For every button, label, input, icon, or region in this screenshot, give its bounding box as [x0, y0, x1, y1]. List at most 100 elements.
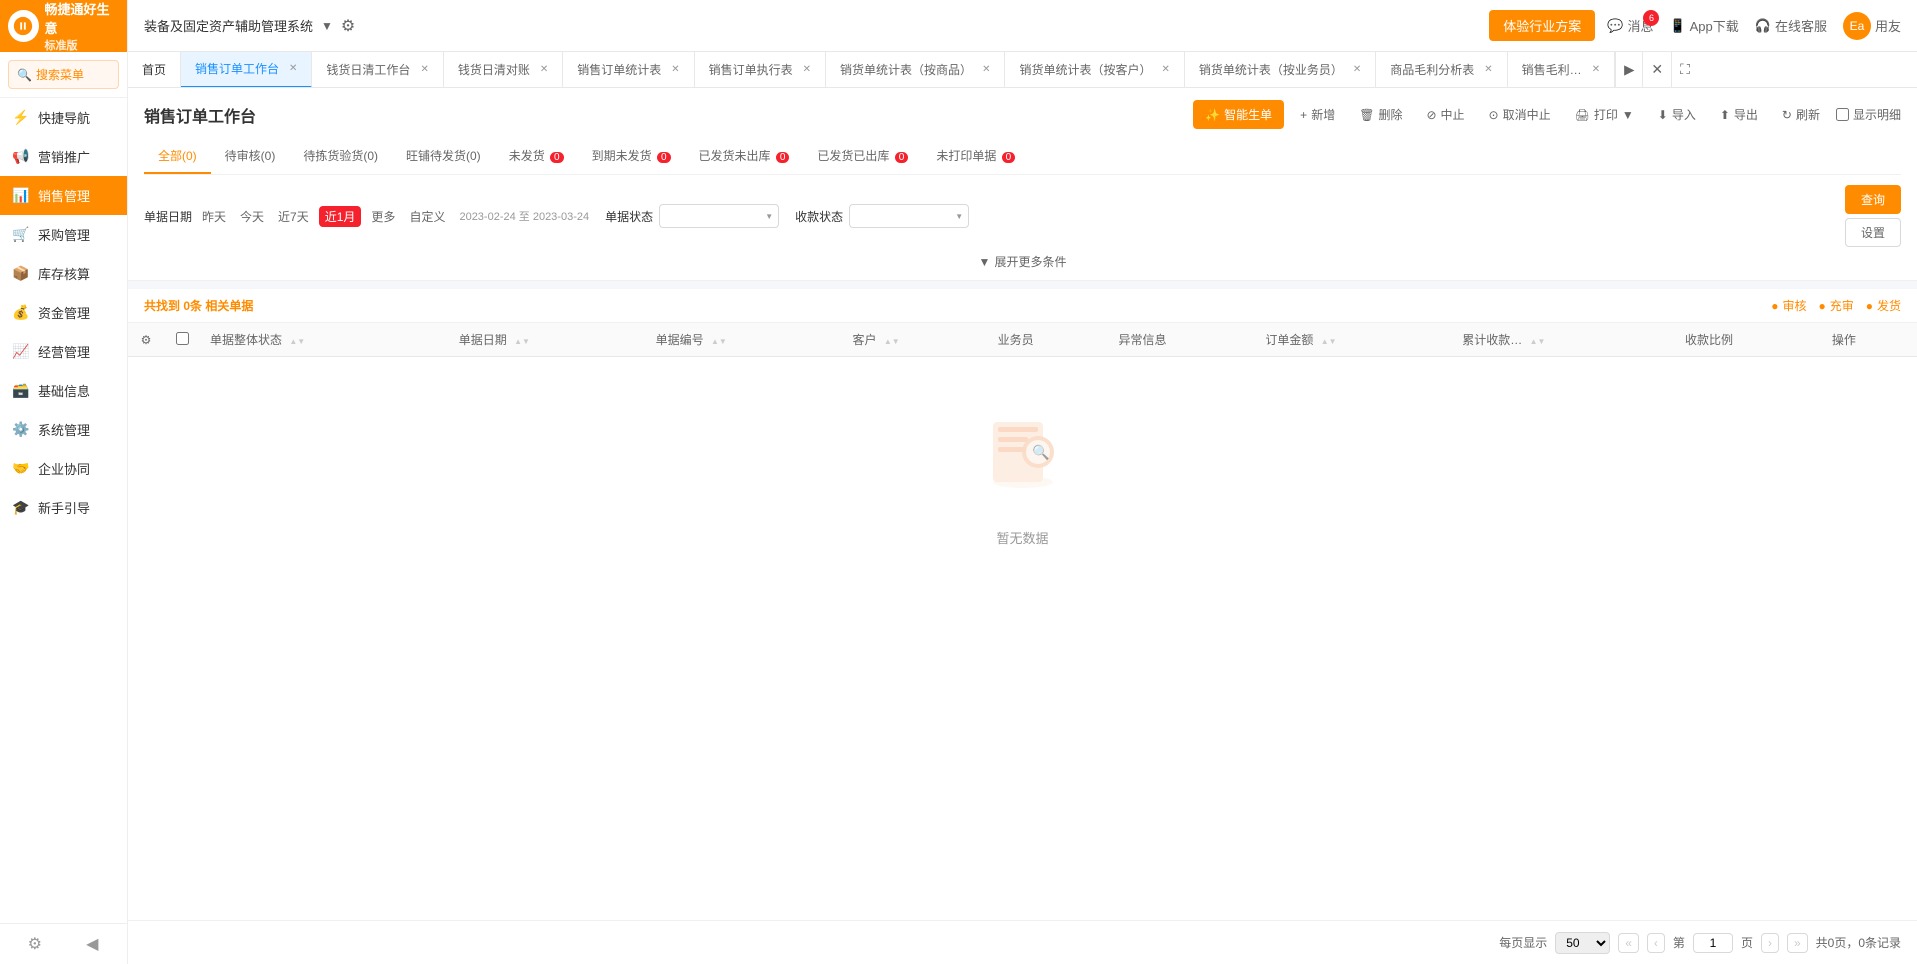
sidebar-item-sales[interactable]: 📊 销售管理: [0, 176, 127, 215]
table-scroll-area[interactable]: ⚙ 单据整体状态 ▲▼ 单据日期 ▲▼: [128, 323, 1917, 920]
last-page-button[interactable]: »: [1787, 933, 1808, 953]
tab-close-sales-stat[interactable]: ✕: [671, 64, 679, 75]
suspend-button[interactable]: ⊘ 中止: [1418, 102, 1472, 127]
subtab-pending-check[interactable]: 待拣货验货(0): [289, 139, 392, 174]
date-opt-today[interactable]: 今天: [236, 206, 268, 227]
settings-gear-button[interactable]: ⚙: [10, 934, 60, 954]
refresh-button[interactable]: ↻ 刷新: [1774, 102, 1828, 127]
next-page-button[interactable]: ›: [1761, 933, 1779, 953]
sort-status-icon[interactable]: ▲▼: [289, 337, 305, 346]
date-opt-yesterday[interactable]: 昨天: [198, 206, 230, 227]
tab-close-cash-daily[interactable]: ✕: [420, 64, 428, 75]
detail-checkbox-input[interactable]: [1836, 108, 1849, 121]
cancel-audit-button[interactable]: ● 充审: [1818, 297, 1853, 314]
sort-number-icon[interactable]: ▲▼: [711, 337, 727, 346]
subtab-pending-review[interactable]: 待审核(0): [211, 139, 290, 174]
tab-close-sales-workbench[interactable]: ✕: [289, 63, 297, 74]
tab-sales-workbench[interactable]: 销售订单工作台 ✕: [181, 52, 312, 88]
show-detail-checkbox[interactable]: 显示明细: [1836, 106, 1901, 123]
payment-select[interactable]: [849, 204, 969, 228]
sidebar-item-quick-nav[interactable]: ⚡ 快捷导航: [0, 98, 127, 137]
tab-close-goods-margin[interactable]: ✕: [1484, 64, 1492, 75]
sidebar-item-base-info[interactable]: 🗃️ 基础信息: [0, 371, 127, 410]
online-service-button[interactable]: 🎧 在线客服: [1755, 16, 1827, 35]
system-dropdown-button[interactable]: ▼: [321, 19, 333, 33]
tab-scroll-right-button[interactable]: ▶: [1615, 52, 1642, 88]
tab-sales-stat[interactable]: 销售订单统计表 ✕: [563, 52, 694, 88]
tab-sales-product[interactable]: 销货单统计表（按商品） ✕: [826, 52, 1005, 88]
sidebar-item-purchase[interactable]: 🛒 采购管理: [0, 215, 127, 254]
subtab-all[interactable]: 全部(0): [144, 139, 211, 174]
page-size-select[interactable]: 50 10 20 100: [1555, 932, 1610, 954]
smart-order-button[interactable]: ✨ 智能生单: [1193, 100, 1284, 129]
ship-button[interactable]: ● 发货: [1866, 297, 1901, 314]
sort-customer-icon[interactable]: ▲▼: [884, 337, 900, 346]
message-button[interactable]: 💬 消息 6: [1607, 16, 1653, 35]
status-select[interactable]: [659, 204, 779, 228]
subtab-expired-unshipped[interactable]: 到期未发货 0: [578, 139, 685, 174]
subtab-wangpu-shipping[interactable]: 旺铺待发货(0): [392, 139, 495, 174]
print-button[interactable]: 🖨 打印 ▼: [1567, 102, 1642, 127]
tab-sales-exec[interactable]: 销售订单执行表 ✕: [695, 52, 826, 88]
sidebar-item-cooperation[interactable]: 🤝 企业协同: [0, 449, 127, 488]
first-page-button[interactable]: «: [1618, 933, 1639, 953]
tab-close-sales-exec[interactable]: ✕: [803, 64, 811, 75]
tab-close-cash-reconcile[interactable]: ✕: [540, 64, 548, 75]
app-download-button[interactable]: 📱 App下载: [1669, 16, 1738, 35]
tab-sales-more[interactable]: 销售毛利… ✕: [1508, 52, 1615, 88]
plus-icon: +: [1300, 108, 1307, 122]
tab-cash-reconcile[interactable]: 钱货日清对账 ✕: [444, 52, 563, 88]
sidebar-item-guide[interactable]: 🎓 新手引导: [0, 488, 127, 527]
tab-close-all-button[interactable]: ✕: [1642, 52, 1671, 88]
filter-setting-button[interactable]: 设置: [1845, 218, 1901, 247]
topbar-settings-button[interactable]: ⚙: [341, 16, 355, 36]
date-opt-7days[interactable]: 近7天: [274, 206, 313, 227]
collapse-sidebar-button[interactable]: ◀: [68, 934, 118, 954]
tab-cash-daily[interactable]: 钱货日清工作台 ✕: [312, 52, 443, 88]
audit-button[interactable]: ● 审核: [1771, 297, 1806, 314]
subtab-shipped-not-in[interactable]: 已发货未出库 0: [685, 139, 804, 174]
date-opt-more[interactable]: 更多: [367, 206, 399, 227]
sidebar-item-marketing[interactable]: 📢 营销推广: [0, 137, 127, 176]
logo-area: 畅捷通好生意 标准版: [0, 0, 127, 52]
import-button[interactable]: ⬇ 导入: [1650, 102, 1704, 127]
tab-goods-margin[interactable]: 商品毛利分析表 ✕: [1376, 52, 1507, 88]
query-button[interactable]: 查询: [1845, 185, 1901, 214]
sidebar-item-system[interactable]: ⚙️ 系统管理: [0, 410, 127, 449]
tab-home[interactable]: 首页: [128, 52, 181, 88]
add-button[interactable]: + 新增: [1292, 102, 1343, 127]
tab-close-sales-product[interactable]: ✕: [982, 64, 990, 75]
expand-filter-button[interactable]: ▼ 展开更多条件: [979, 253, 1067, 270]
subtab-not-shipped[interactable]: 未发货 0: [495, 139, 578, 174]
sort-date-icon[interactable]: ▲▼: [514, 337, 530, 346]
industry-solution-button[interactable]: 体验行业方案: [1489, 10, 1595, 41]
user-menu-button[interactable]: Ea 用友: [1843, 12, 1901, 40]
tab-close-sales-customer[interactable]: ✕: [1161, 64, 1169, 75]
table-right-actions: ● 审核 ● 充审 ● 发货: [1771, 297, 1901, 314]
tab-close-sales-staff[interactable]: ✕: [1353, 64, 1361, 75]
trend-icon: 📈: [12, 343, 30, 361]
date-opt-custom[interactable]: 自定义: [405, 206, 449, 227]
tab-bar: 首页 销售订单工作台 ✕ 钱货日清工作台 ✕ 钱货日清对账 ✕ 销售订单统计表 …: [128, 52, 1917, 88]
sort-collected-icon[interactable]: ▲▼: [1530, 337, 1546, 346]
subtab-shipped-out[interactable]: 已发货已出库 0: [803, 139, 922, 174]
export-button[interactable]: ⬆ 导出: [1712, 102, 1766, 127]
subtab-unprinted[interactable]: 未打印单据 0: [922, 139, 1029, 174]
cancel-suspend-button[interactable]: ⊙ 取消中止: [1481, 102, 1559, 127]
prev-page-button[interactable]: ‹: [1647, 933, 1665, 953]
tab-fullscreen-button[interactable]: ⛶: [1671, 52, 1698, 88]
sidebar-item-operations[interactable]: 📈 经营管理: [0, 332, 127, 371]
tab-close-sales-more[interactable]: ✕: [1592, 64, 1600, 75]
tab-sales-customer[interactable]: 销货单统计表（按客户） ✕: [1005, 52, 1184, 88]
sidebar-item-finance[interactable]: 💰 资金管理: [0, 293, 127, 332]
page-number-input[interactable]: [1693, 933, 1733, 953]
col-settings-icon[interactable]: ⚙: [141, 333, 152, 347]
sort-amount-icon[interactable]: ▲▼: [1321, 337, 1337, 346]
select-all-checkbox[interactable]: [176, 332, 189, 345]
sidebar-item-inventory[interactable]: 📦 库存核算: [0, 254, 127, 293]
search-menu-button[interactable]: 🔍 搜索菜单: [8, 60, 119, 89]
delete-button[interactable]: 🗑 删除: [1351, 102, 1410, 127]
date-opt-1month[interactable]: 近1月: [319, 206, 362, 227]
tab-sales-staff[interactable]: 销货单统计表（按业务员） ✕: [1185, 52, 1376, 88]
date-options: 昨天 今天 近7天 近1月 更多 自定义: [198, 206, 449, 227]
